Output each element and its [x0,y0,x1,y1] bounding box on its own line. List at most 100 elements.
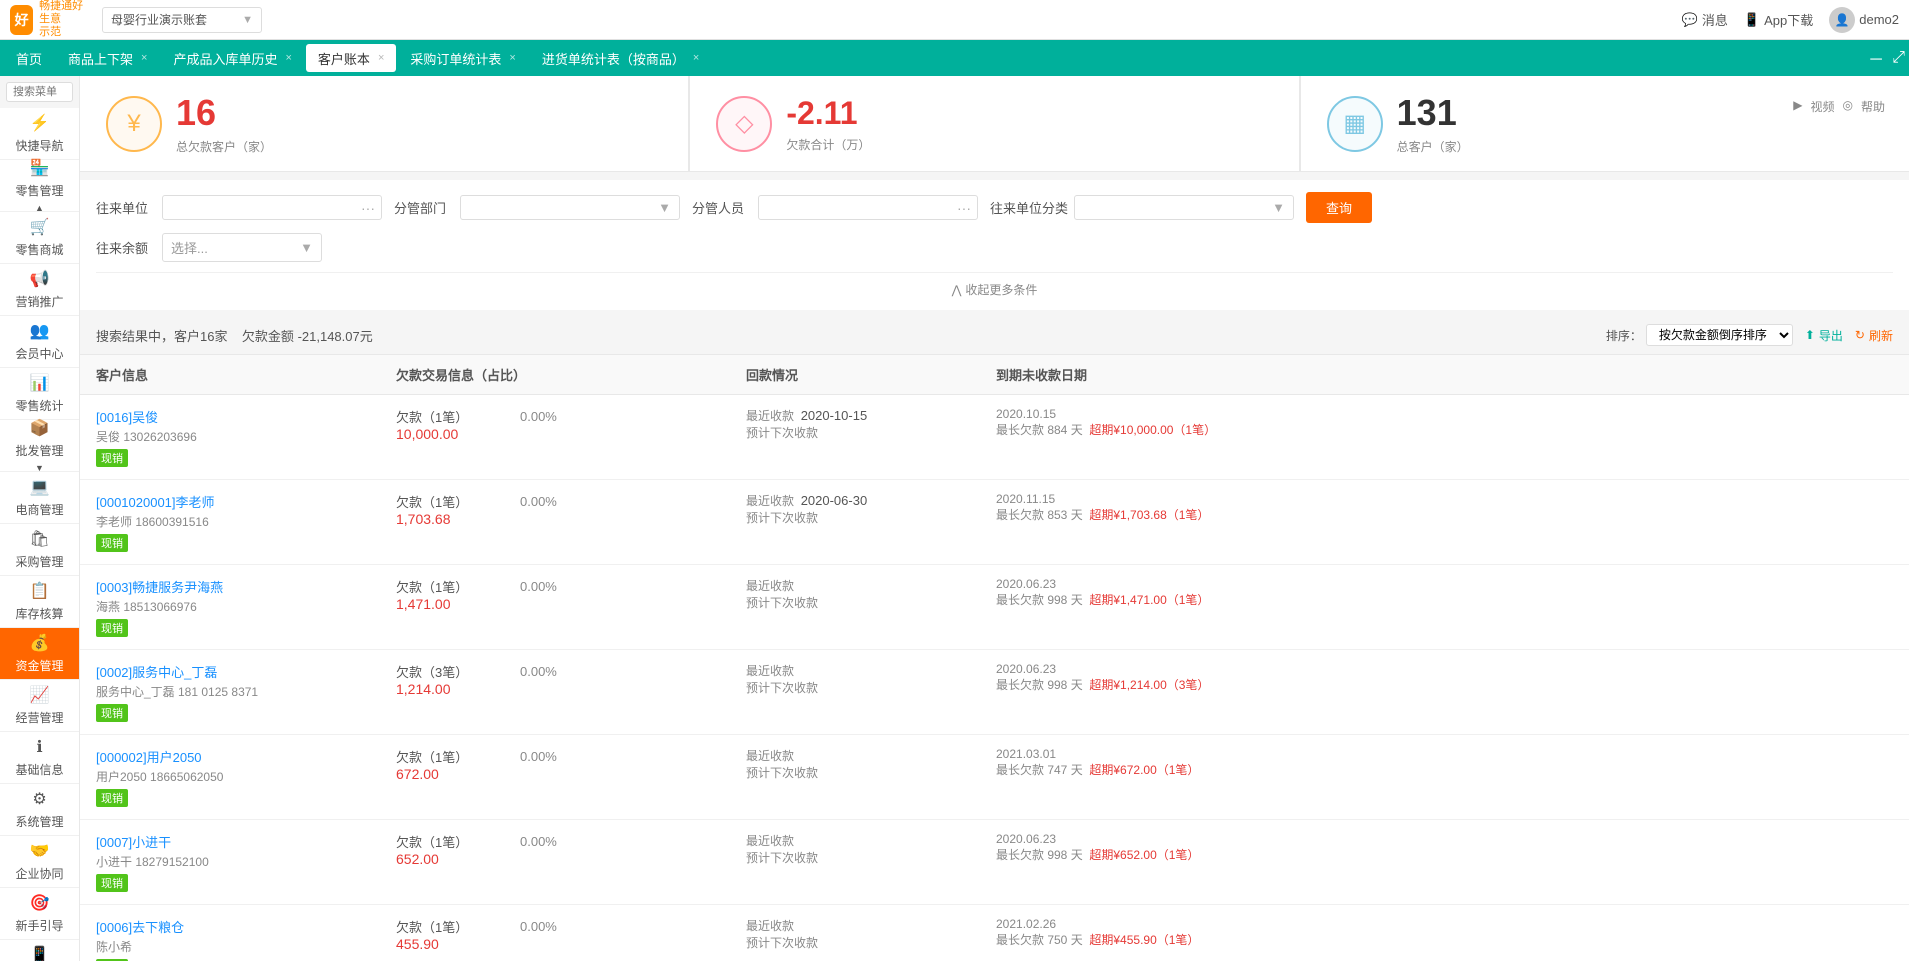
source-unit-dots[interactable]: ··· [355,200,381,216]
customer-link[interactable]: [0006]去下粮仓 [96,920,184,935]
refresh-button[interactable]: ↻ 刷新 [1855,327,1893,344]
customer-info-cell: [0001020001]李老师 李老师 18600391516 现销 [96,492,396,552]
debt-count: 欠款（1笔） [396,577,496,596]
tab-close-purchase-order[interactable]: × [509,52,515,64]
sidebar-item-purchase-mgmt[interactable]: 🛍 采购管理 [0,524,79,576]
app-logo: 好 畅捷通好生意 示范 [10,0,90,39]
overdue-amount-link[interactable]: 超期¥455.90（1笔） [1089,933,1199,947]
search-input[interactable] [6,82,73,102]
user-avatar[interactable]: 👤 demo2 [1829,7,1899,33]
filter-area: 往来单位 ··· 分管部门 ▼ 分管人员 [80,180,1909,310]
wholesale-mgmt-icon: 📦 [30,418,50,438]
table-row: [0006]去下粮仓 陈小希 现销 欠款（1笔） 455.90 0.00% 最 [80,905,1909,961]
stat-icon-customers: ¥ [104,94,164,154]
person-input-wrapper: ··· [758,195,978,220]
collapse-bar[interactable]: ⋀ 收起更多条件 [96,272,1893,298]
source-unit-input[interactable] [163,196,355,219]
tab-purchase-order[interactable]: 采购订单统计表 × [398,44,527,72]
stat-card-total-customers: ▦ 131 总客户（家） ▶ 视频 ◎ 帮助 [1301,76,1909,171]
overdue-amount-link[interactable]: 超期¥1,471.00（1笔） [1089,593,1209,607]
query-button[interactable]: 查询 [1306,192,1372,223]
overdue-amount-link[interactable]: 超期¥672.00（1笔） [1089,763,1199,777]
sidebar-item-app-center[interactable]: 📱 应用中心 [0,940,79,961]
customer-link[interactable]: [0002]服务中心_丁磊 [96,665,217,680]
tab-close-products-offline[interactable]: × [141,52,147,64]
membership-icon: 👥 [30,321,50,341]
customer-info-cell: [0007]小进干 小进干 18279152100 现销 [96,832,396,892]
customer-info-cell: [0002]服务中心_丁磊 服务中心_丁磊 181 0125 8371 现销 [96,662,396,722]
customer-phone: 用户2050 18665062050 [96,768,396,785]
tab-close-import-stats[interactable]: × [693,52,699,64]
sidebar-item-basic-info[interactable]: ℹ 基础信息 [0,732,79,784]
table-header: 客户信息 欠款交易信息（占比） 回款情况 到期未收款日期 [80,355,1909,395]
remaining-select[interactable]: 选择... ▼ [162,233,322,262]
app-download-button[interactable]: 📱 App下载 [1744,10,1813,29]
unit-category-select[interactable]: ▼ [1074,195,1294,220]
header-customer-info: 客户信息 [96,365,396,384]
sidebar-item-enterprise[interactable]: 🤝 企业协同 [0,836,79,888]
debt-amount: 1,703.68 [396,511,496,527]
result-info: 搜索结果中，客户16家 欠款金额 -21,148.07元 [96,326,373,345]
tab-close-product-history[interactable]: × [285,52,291,64]
sort-select[interactable]: 按欠款金额倒序排序 [1646,324,1793,346]
sidebar-item-inventory[interactable]: 📋 库存核算 [0,576,79,628]
sidebar-item-marketing[interactable]: 📢 营销推广 [0,264,79,316]
overdue-amount-link[interactable]: 超期¥10,000.00（1笔） [1089,423,1216,437]
dept-select[interactable]: ▼ [460,195,680,220]
maximize-icon[interactable]: ⤢ [1892,49,1905,67]
result-bar: 搜索结果中，客户16家 欠款金额 -21,148.07元 排序： 按欠款金额倒序… [80,316,1909,355]
tab-import-stats[interactable]: 进货单统计表（按商品） × [530,44,711,72]
filter-group-source-unit: 往来单位 ··· [96,195,382,220]
sidebar-item-new-guide[interactable]: 🎯 新手引导 [0,888,79,940]
minimize-icon[interactable]: － [1868,46,1884,70]
export-button[interactable]: ⬆ 导出 [1805,327,1843,344]
tab-customer-account[interactable]: 客户账本 × [306,44,396,72]
finance-mgmt-icon: 💰 [30,633,50,653]
quick-nav-icon: ⚡ [30,113,50,133]
sidebar-item-ecommerce[interactable]: 💻 电商管理 [0,472,79,524]
overdue-amount-link[interactable]: 超期¥652.00（1笔） [1089,848,1199,862]
customer-link[interactable]: [0003]畅捷服务尹海燕 [96,580,223,595]
overdue-amount-link[interactable]: 超期¥1,703.68（1笔） [1089,508,1209,522]
due-date-cell: 2021.03.01 最长欠款 747 天 超期¥672.00（1笔） [996,747,1893,778]
person-input[interactable] [759,196,951,219]
sidebar-item-retail-mgmt[interactable]: 🏪 零售管理 ▲ [0,160,79,212]
customer-info-cell: [0006]去下粮仓 陈小希 现销 [96,917,396,961]
debt-ratio: 0.00% [520,832,557,849]
stat-value-total-customers: 131 [1397,92,1469,134]
top-bar: 好 畅捷通好生意 示范 母婴行业演示账套 ▼ 💬 消息 📱 App下载 👤 de… [0,0,1909,40]
due-date-cell: 2020.06.23 最长欠款 998 天 超期¥1,214.00（3笔） [996,662,1893,693]
debt-cell: 欠款（1笔） 10,000.00 0.00% [396,407,746,442]
tab-products-offline[interactable]: 商品上下架 × [56,44,159,72]
store-selector[interactable]: 母婴行业演示账套 ▼ [102,7,262,33]
stat-icon-total-customers: ▦ [1325,94,1385,154]
retail-mgmt-icon: 🏪 [30,158,50,178]
sidebar-item-wholesale-mgmt[interactable]: 📦 批发管理 ▼ [0,420,79,472]
tab-close-customer-account[interactable]: × [378,52,384,64]
debt-count: 欠款（3笔） [396,662,496,681]
tab-product-history[interactable]: 产成品入库单历史 × [161,44,303,72]
overdue-amount-link[interactable]: 超期¥1,214.00（3笔） [1089,678,1209,692]
sidebar-item-ops-mgmt[interactable]: 📈 经营管理 [0,680,79,732]
customer-link[interactable]: [0007]小进干 [96,835,171,850]
sidebar-item-membership[interactable]: 👥 会员中心 [0,316,79,368]
customer-link[interactable]: [000002]用户2050 [96,750,202,765]
person-dots[interactable]: ··· [951,200,977,216]
message-button[interactable]: 💬 消息 [1682,10,1728,29]
sidebar-item-finance-mgmt[interactable]: 💰 资金管理 [0,628,79,680]
debt-ratio: 0.00% [520,492,557,509]
customer-link[interactable]: [0001020001]李老师 [96,495,215,510]
due-date-cell: 2020.06.23 最长欠款 998 天 超期¥1,471.00（1笔） [996,577,1893,608]
filter-group-unit-category: 往来单位分类 ▼ [990,195,1294,220]
customer-tag: 现销 [96,619,128,637]
debt-amount: 672.00 [396,766,496,782]
customer-tag: 现销 [96,534,128,552]
sidebar-item-retail-mall[interactable]: 🛒 零售商城 [0,212,79,264]
debt-ratio: 0.00% [520,917,557,934]
tab-home[interactable]: 首页 [4,44,54,72]
sidebar-item-retail-stats[interactable]: 📊 零售统计 [0,368,79,420]
customer-link[interactable]: [0016]吴俊 [96,410,158,425]
sidebar-item-quick-nav[interactable]: ⚡ 快捷导航 [0,108,79,160]
sidebar-item-system-mgmt[interactable]: ⚙ 系统管理 [0,784,79,836]
debt-count: 欠款（1笔） [396,917,496,936]
